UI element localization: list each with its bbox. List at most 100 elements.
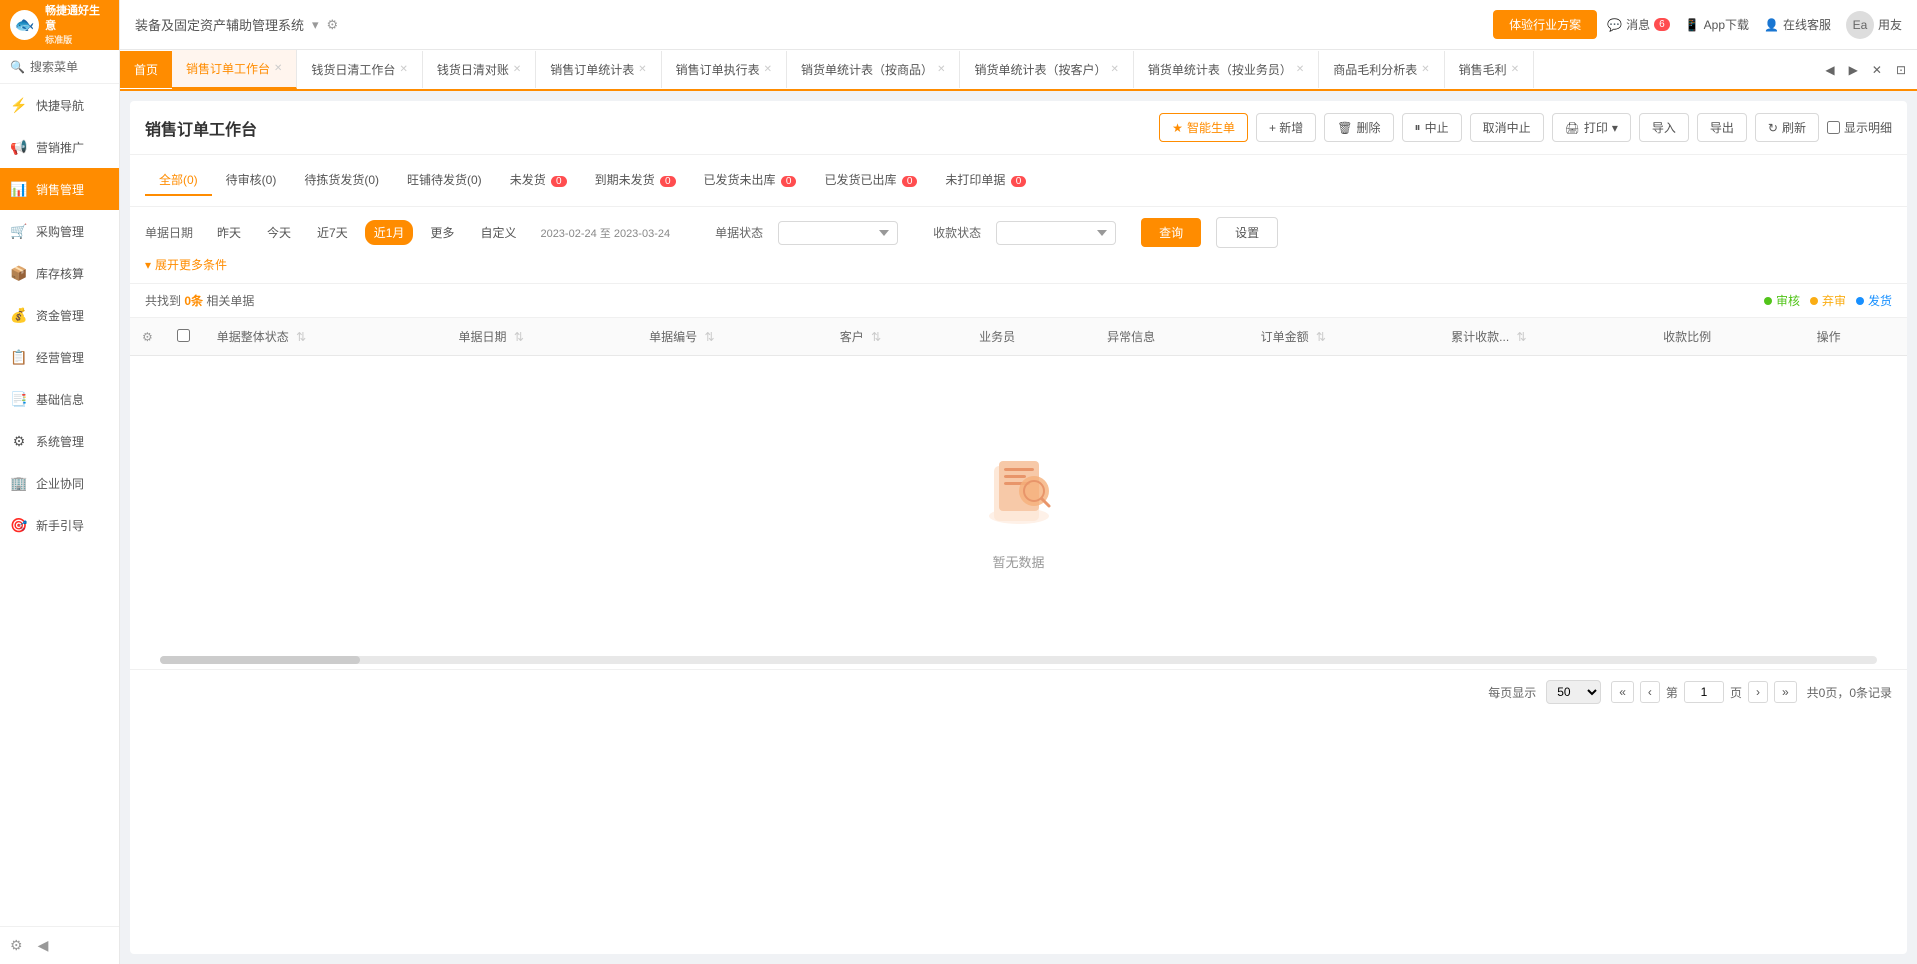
prev-page-btn[interactable]: ‹ (1640, 681, 1660, 703)
scrollbar-container (130, 651, 1907, 669)
tab-cash-reconcile[interactable]: 钱货日清对账 ✕ (423, 51, 536, 88)
select-all-checkbox[interactable] (177, 329, 190, 342)
page-size-select[interactable]: 50 10 20 100 (1546, 680, 1601, 704)
add-btn[interactable]: + 新增 (1256, 113, 1316, 142)
date-btn-custom[interactable]: 自定义 (471, 220, 525, 245)
filter-tab-pending-review[interactable]: 待审核(0) (212, 165, 291, 196)
date-btn-1month[interactable]: 近1月 (365, 220, 414, 245)
tab-cash-daily[interactable]: 钱货日清工作台 ✕ (297, 51, 422, 88)
tab-close-icon[interactable]: ✕ (274, 63, 282, 74)
filter-tab-shipped-out[interactable]: 已发货已出库 0 (810, 165, 931, 196)
app-download-item[interactable]: 📱 App下载 (1685, 16, 1749, 33)
tab-sales-order[interactable]: 销售订单工作台 ✕ (172, 50, 297, 89)
col-amount-sort[interactable]: ⇅ (1316, 330, 1326, 344)
col-customer-sort[interactable]: ⇅ (871, 330, 881, 344)
filter-tab-wangpu[interactable]: 旺铺待发货(0) (393, 165, 496, 196)
filter-tab-pending-inspect[interactable]: 待拣货发货(0) (290, 165, 393, 196)
gear-icon[interactable]: ⚙ (327, 17, 339, 33)
cancel-pause-btn[interactable]: 取消中止 (1470, 113, 1544, 142)
sidebar-item-marketing[interactable]: 📢 营销推广 (0, 126, 119, 168)
tab-gross-margin[interactable]: 商品毛利分析表 ✕ (1319, 51, 1444, 88)
tab-home[interactable]: 首页 (120, 51, 172, 88)
sidebar-item-finance[interactable]: 💰 资金管理 (0, 294, 119, 336)
tab-close-all-btn[interactable]: ✕ (1866, 59, 1888, 81)
tab-prev-btn[interactable]: ◀ (1819, 59, 1840, 81)
tab-close-icon[interactable]: ✕ (764, 64, 772, 75)
online-service-item[interactable]: 👤 在线客服 (1764, 16, 1831, 33)
tab-close-icon[interactable]: ✕ (513, 64, 521, 75)
pause-btn[interactable]: ⏸ 中止 (1402, 113, 1462, 142)
sidebar-item-sales[interactable]: 📊 销售管理 (0, 168, 119, 210)
page-number-input[interactable] (1684, 681, 1724, 703)
tab-maximize-btn[interactable]: ⊡ (1890, 59, 1912, 81)
empty-state: 暂无数据 (130, 356, 1907, 651)
filter-tab-all[interactable]: 全部(0) (145, 165, 212, 196)
batch-revoke-btn[interactable]: 弃审 (1810, 292, 1846, 309)
col-date-sort[interactable]: ⇅ (514, 330, 524, 344)
expand-conditions-btn[interactable]: ▾ 展开更多条件 (145, 256, 1892, 273)
sidebar-item-operations[interactable]: 📋 经营管理 (0, 336, 119, 378)
tab-close-icon[interactable]: ✕ (638, 64, 646, 75)
date-btn-yesterday[interactable]: 昨天 (208, 220, 250, 245)
date-btn-7days[interactable]: 近7天 (308, 220, 357, 245)
print-btn[interactable]: 🖨 打印 ▾ (1552, 113, 1631, 142)
last-page-btn[interactable]: » (1774, 681, 1797, 703)
delete-btn[interactable]: 🗑 删除 (1324, 113, 1393, 142)
tab-sales-exec[interactable]: 销售订单执行表 ✕ (662, 51, 787, 88)
status-select[interactable] (778, 221, 898, 245)
collapse-icon[interactable]: ◀ (38, 937, 49, 954)
tab-close-icon[interactable]: ✕ (937, 64, 945, 75)
tab-close-icon[interactable]: ✕ (1110, 64, 1118, 75)
filter-tab-not-printed[interactable]: 未打印单据 0 (931, 165, 1040, 196)
sidebar-item-tutorial[interactable]: 🎯 新手引导 (0, 504, 119, 546)
filter-tab-shipped-not-out[interactable]: 已发货未出库 0 (690, 165, 811, 196)
refresh-btn[interactable]: ↻ 刷新 (1755, 113, 1819, 142)
sidebar-item-enterprise[interactable]: 🏢 企业协同 (0, 462, 119, 504)
user-item[interactable]: Ea 用友 (1846, 11, 1902, 39)
show-detail-label[interactable]: 显示明细 (1827, 119, 1892, 136)
message-item[interactable]: 💬 消息 6 (1607, 16, 1670, 33)
industry-btn[interactable]: 体验行业方案 (1493, 10, 1597, 39)
filter-tab-overdue[interactable]: 到期未发货 0 (581, 165, 690, 196)
sidebar-item-purchase[interactable]: 🛒 采购管理 (0, 210, 119, 252)
tab-sales-by-staff[interactable]: 销货单统计表（按业务员） ✕ (1134, 51, 1319, 88)
tab-next-btn[interactable]: ▶ (1843, 59, 1864, 81)
system-dropdown-icon[interactable]: ▾ (312, 17, 319, 33)
tab-controls: ◀ ▶ ✕ ⊡ (1819, 59, 1917, 81)
sidebar-item-quick-nav[interactable]: ⚡ 快捷导航 (0, 84, 119, 126)
filter-tab-not-shipped[interactable]: 未发货 0 (496, 165, 581, 196)
first-page-btn[interactable]: « (1611, 681, 1634, 703)
tab-sales-profit[interactable]: 销售毛利 ✕ (1445, 51, 1534, 88)
col-collected-sort[interactable]: ⇅ (1517, 330, 1527, 344)
sidebar-item-inventory[interactable]: 📦 库存核算 (0, 252, 119, 294)
settings-query-btn[interactable]: 设置 (1216, 217, 1278, 248)
payment-select[interactable] (996, 221, 1116, 245)
scrollbar-thumb[interactable] (160, 656, 360, 664)
tab-close-icon[interactable]: ✕ (1421, 64, 1429, 75)
smart-create-btn[interactable]: ★ 智能生单 (1159, 113, 1248, 142)
tab-close-icon[interactable]: ✕ (1511, 64, 1519, 75)
settings-bottom-icon[interactable]: ⚙ (10, 937, 23, 954)
tab-close-icon[interactable]: ✕ (399, 64, 407, 75)
tab-sales-stats[interactable]: 销售订单统计表 ✕ (536, 51, 661, 88)
batch-ship-btn[interactable]: 发货 (1856, 292, 1892, 309)
col-status-sort[interactable]: ⇅ (296, 330, 306, 344)
next-page-btn[interactable]: › (1748, 681, 1768, 703)
batch-approve-btn[interactable]: 审核 (1764, 292, 1800, 309)
date-btn-today[interactable]: 今天 (258, 220, 300, 245)
tab-close-icon[interactable]: ✕ (1296, 64, 1304, 75)
show-detail-checkbox[interactable] (1827, 121, 1840, 134)
logo-sub: 标准版 (45, 33, 109, 46)
col-number-sort[interactable]: ⇅ (704, 330, 714, 344)
tab-sales-by-customer[interactable]: 销货单统计表（按客户） ✕ (960, 51, 1133, 88)
horizontal-scrollbar[interactable] (160, 656, 1877, 664)
sidebar-search[interactable]: 🔍 搜索菜单 (0, 50, 119, 84)
tab-sales-by-product[interactable]: 销货单统计表（按商品） ✕ (787, 51, 960, 88)
export-btn[interactable]: 导出 (1697, 113, 1747, 142)
import-btn[interactable]: 导入 (1639, 113, 1689, 142)
sidebar-item-system[interactable]: ⚙ 系统管理 (0, 420, 119, 462)
date-btn-more[interactable]: 更多 (421, 220, 463, 245)
column-settings-icon[interactable]: ⚙ (142, 330, 153, 344)
sidebar-item-basic-info[interactable]: 📑 基础信息 (0, 378, 119, 420)
search-btn[interactable]: 查询 (1141, 218, 1201, 247)
